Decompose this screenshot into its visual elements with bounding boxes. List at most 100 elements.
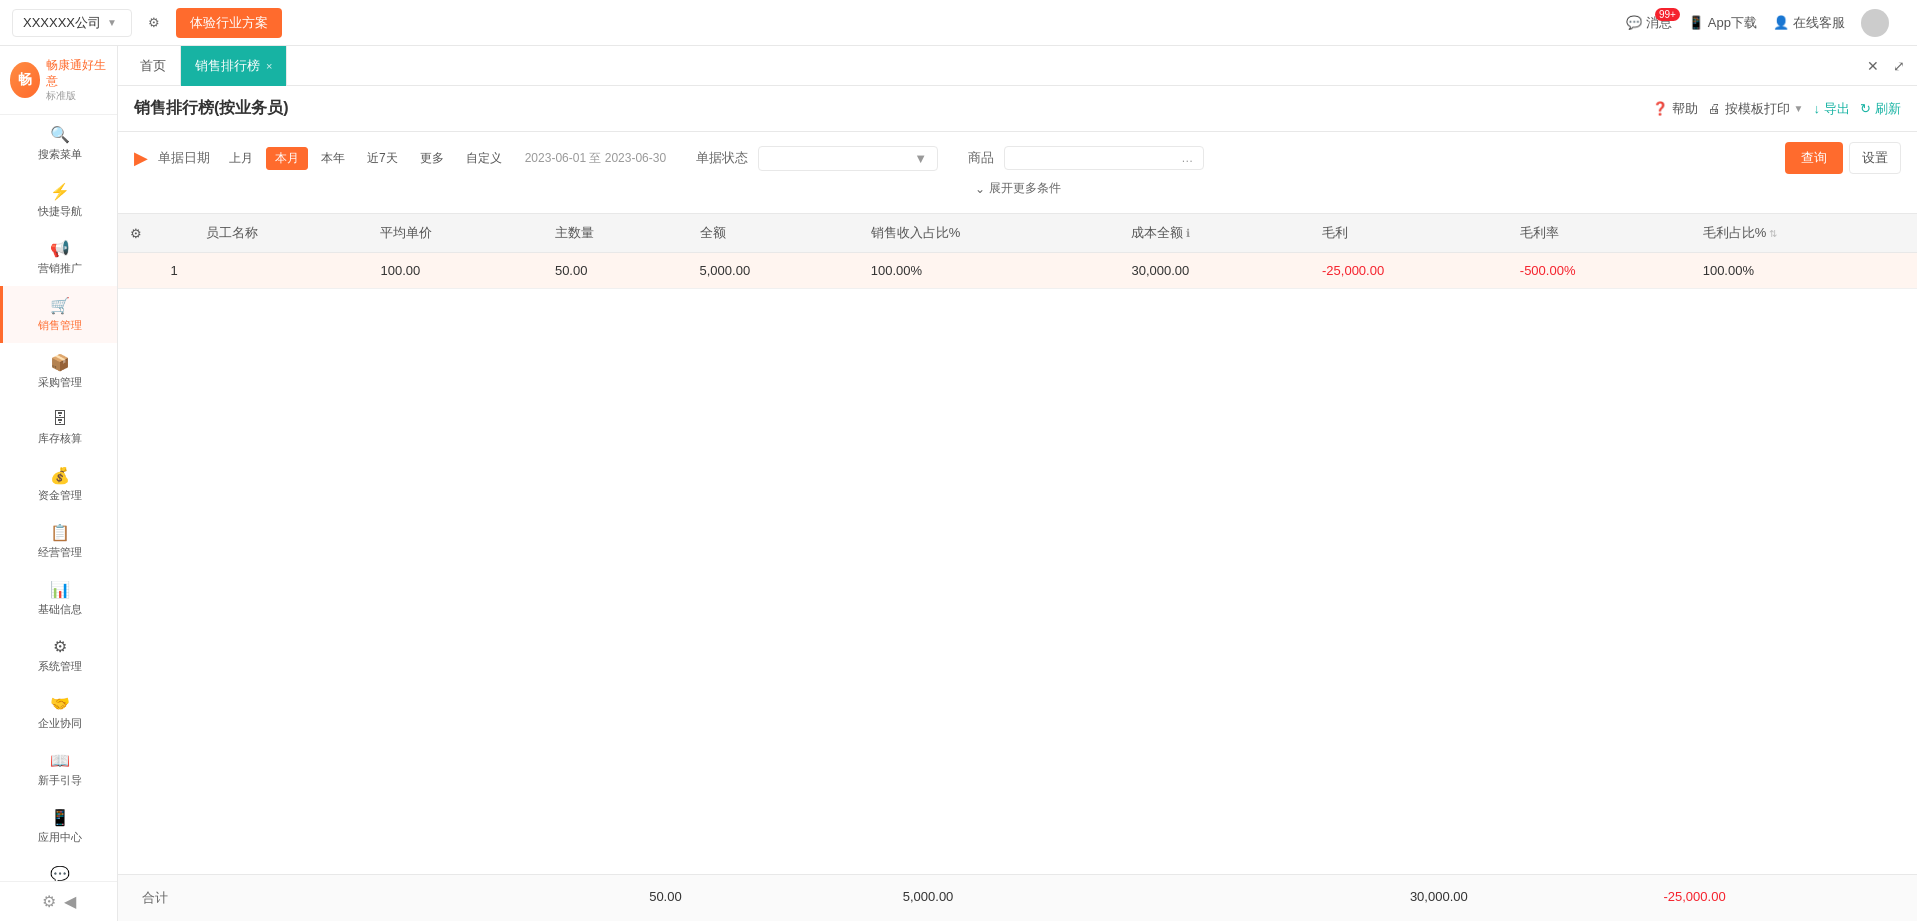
page-title: 销售排行榜(按业务员) <box>134 98 289 119</box>
th-gross: 毛利 <box>1310 214 1508 253</box>
sidebar-item-label: 营销推广 <box>38 261 82 276</box>
page-actions: ❓ 帮助 🖨 按模板打印 ▼ ↓ 导出 ↻ 刷新 <box>1652 100 1901 118</box>
tab-sales-rank-label: 销售排行榜 <box>195 57 260 75</box>
app-download-button[interactable]: 📱 App下载 <box>1688 14 1757 32</box>
top-bar: XXXXXX公司 ▼ ⚙ 体验行业方案 💬 消息 99+ 📱 App下载 👤 在… <box>0 0 1917 46</box>
td-gross-pct: 100.00% <box>1691 253 1917 289</box>
enterprise-icon: 🤝 <box>50 694 70 713</box>
expand-button[interactable]: ⌄ 展开更多条件 <box>975 180 1061 197</box>
sidebar-item-marketing[interactable]: 📢 营销推广 <box>0 229 117 286</box>
table-header-row: ⚙ 员工名称 平均单价 主数量 全额 销售收入占比% 成本全额 ℹ <box>118 214 1917 253</box>
th-amount: 全额 <box>688 214 859 253</box>
sidebar-settings-icon[interactable]: ⚙ <box>42 892 56 911</box>
table-row: 1 100.00 50.00 5,000.00 100.00% 30,000.0… <box>118 253 1917 289</box>
sidebar-item-label: 快捷导航 <box>38 204 82 219</box>
th-employee: 员工名称 <box>194 214 368 253</box>
sidebar-item-sales[interactable]: 🛒 销售管理 <box>0 286 117 343</box>
app-download-label: App下载 <box>1708 14 1757 32</box>
td-cost: 30,000.00 <box>1119 253 1310 289</box>
sidebar-item-label: 系统管理 <box>38 659 82 674</box>
tab-expand-icon[interactable]: ⤢ <box>1889 54 1909 78</box>
export-button[interactable]: ↓ 导出 <box>1814 100 1851 118</box>
quick-nav-icon: ⚡ <box>50 182 70 201</box>
operation-icon: 📋 <box>50 523 70 542</box>
date-tab-last-month[interactable]: 上月 <box>220 147 262 170</box>
tab-close-icon[interactable]: × <box>266 60 272 72</box>
date-tabs: 上月 本月 本年 近7天 更多 自定义 <box>220 147 511 170</box>
sidebar-item-purchase[interactable]: 📦 采购管理 <box>0 343 117 400</box>
sidebar-bottom: ⚙ ◀ <box>0 881 117 921</box>
sidebar: 畅 畅康通好生意 标准版 🔍 搜索菜单 ⚡ 快捷导航 📢 营销推 <box>0 46 118 921</box>
sidebar-item-enterprise[interactable]: 🤝 企业协同 <box>0 684 117 741</box>
page-header: 销售排行榜(按业务员) ❓ 帮助 🖨 按模板打印 ▼ ↓ 导出 <box>118 86 1917 132</box>
th-settings[interactable]: ⚙ <box>118 214 154 253</box>
message-button[interactable]: 💬 消息 99+ <box>1626 14 1672 32</box>
date-tab-more[interactable]: 更多 <box>411 147 453 170</box>
expand-row: ⌄ 展开更多条件 <box>134 174 1901 203</box>
sidebar-item-wechat[interactable]: 💬 企业微信 <box>0 855 117 881</box>
company-selector[interactable]: XXXXXX公司 ▼ <box>12 9 132 37</box>
settings-icon[interactable]: ⚙ <box>140 9 168 37</box>
tab-close-all-icon[interactable]: ✕ <box>1863 54 1883 78</box>
help-label: 帮助 <box>1672 100 1698 118</box>
td-sales-pct: 100.00% <box>859 253 1120 289</box>
filter-collapse-icon[interactable]: ▶ <box>134 147 148 169</box>
message-icon: 💬 <box>1626 15 1642 30</box>
goods-input[interactable]: … <box>1004 146 1204 170</box>
basic-info-icon: 📊 <box>50 580 70 599</box>
sidebar-item-quick-nav[interactable]: ⚡ 快捷导航 <box>0 172 117 229</box>
main-layout: 畅 畅康通好生意 标准版 🔍 搜索菜单 ⚡ 快捷导航 📢 营销推 <box>0 46 1917 921</box>
sidebar-item-system[interactable]: ⚙ 系统管理 <box>0 627 117 684</box>
sidebar-item-search[interactable]: 🔍 搜索菜单 <box>0 115 117 172</box>
top-right-actions: 💬 消息 99+ 📱 App下载 👤 在线客服 <box>1626 9 1905 37</box>
print-button[interactable]: 🖨 按模板打印 ▼ <box>1708 100 1804 118</box>
tab-home[interactable]: 首页 <box>126 46 181 86</box>
phone-icon: 📱 <box>1688 15 1704 30</box>
marketing-icon: 📢 <box>50 239 70 258</box>
th-sales-pct: 销售收入占比% <box>859 214 1120 253</box>
sidebar-collapse-icon[interactable]: ◀ <box>64 892 76 911</box>
query-button[interactable]: 查询 <box>1785 142 1843 174</box>
filter-row: ▶ 单据日期 上月 本月 本年 近7天 更多 自定义 2023-06-01 至 … <box>134 142 1901 174</box>
filter-area: ▶ 单据日期 上月 本月 本年 近7天 更多 自定义 2023-06-01 至 … <box>118 132 1917 214</box>
sidebar-item-basic-info[interactable]: 📊 基础信息 <box>0 570 117 627</box>
sidebar-item-app[interactable]: 📱 应用中心 <box>0 798 117 855</box>
sales-icon: 🛒 <box>50 296 70 315</box>
footer-qty: 50.00 <box>637 885 891 911</box>
date-tab-custom[interactable]: 自定义 <box>457 147 511 170</box>
th-avg-price: 平均单价 <box>368 214 542 253</box>
date-filter-label: 单据日期 <box>158 149 210 167</box>
tab-sales-rank[interactable]: 销售排行榜 × <box>181 46 287 86</box>
footer-row: 合计 50.00 5,000.00 30,000.00 -25,000.00 <box>130 885 1905 911</box>
td-index: 1 <box>154 253 194 289</box>
th-cost-info: 成本全额 ℹ <box>1131 224 1190 242</box>
refresh-label: 刷新 <box>1875 100 1901 118</box>
status-select[interactable]: ▼ <box>758 146 938 171</box>
company-name: XXXXXX公司 <box>23 14 101 32</box>
sidebar-menu: 🔍 搜索菜单 ⚡ 快捷导航 📢 营销推广 🛒 销售管理 📦 采购管理 <box>0 115 117 881</box>
settings-button[interactable]: 设置 <box>1849 142 1901 174</box>
footer-label: 合计 <box>130 885 384 911</box>
sidebar-item-inventory[interactable]: 🗄 库存核算 <box>0 400 117 456</box>
date-tab-this-month[interactable]: 本月 <box>266 147 308 170</box>
sidebar-logo: 畅 畅康通好生意 标准版 <box>0 46 117 115</box>
date-tab-7days[interactable]: 近7天 <box>358 147 407 170</box>
refresh-button[interactable]: ↻ 刷新 <box>1860 100 1901 118</box>
expand-label: 展开更多条件 <box>989 180 1061 197</box>
gross-pct-sort-icon[interactable]: ⇅ <box>1769 228 1777 239</box>
search-icon: 🔍 <box>50 125 70 144</box>
logo-line2: 标准版 <box>46 89 107 102</box>
online-service-button[interactable]: 👤 在线客服 <box>1773 14 1845 32</box>
trial-button[interactable]: 体验行业方案 <box>176 8 282 38</box>
status-arrow-icon: ▼ <box>914 151 927 166</box>
date-tab-this-year[interactable]: 本年 <box>312 147 354 170</box>
goods-filter-label: 商品 <box>968 149 994 167</box>
sidebar-item-finance[interactable]: 💰 资金管理 <box>0 456 117 513</box>
sidebar-item-guide[interactable]: 📖 新手引导 <box>0 741 117 798</box>
cost-info-icon[interactable]: ℹ <box>1186 227 1190 240</box>
avatar[interactable] <box>1861 9 1889 37</box>
sidebar-item-label: 资金管理 <box>38 488 82 503</box>
sidebar-item-operation[interactable]: 📋 经营管理 <box>0 513 117 570</box>
th-index <box>154 214 194 253</box>
help-button[interactable]: ❓ 帮助 <box>1652 100 1698 118</box>
